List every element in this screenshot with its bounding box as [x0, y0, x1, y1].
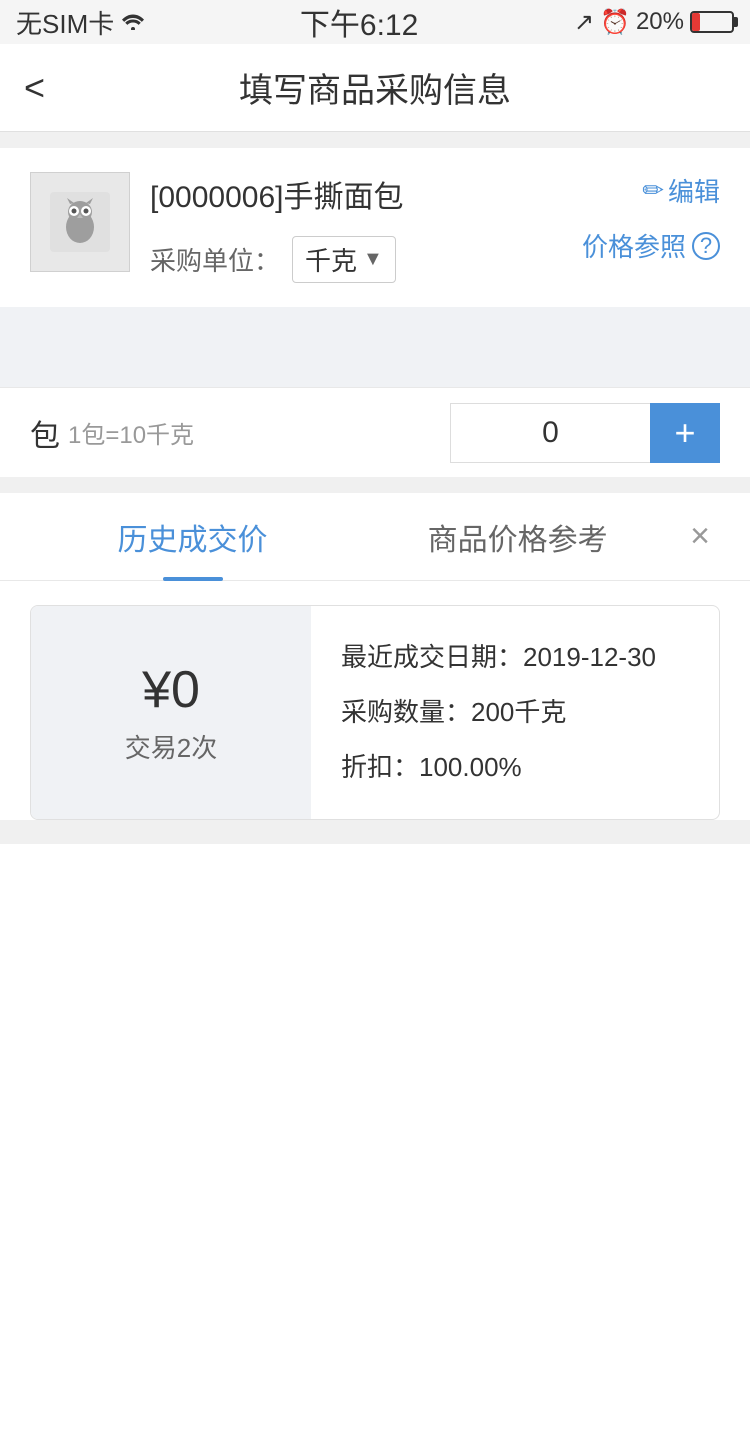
recent-date-row: 最近成交日期：2019-12-30	[341, 638, 689, 677]
quantity-controls: +	[450, 403, 720, 463]
purchase-qty-row: 采购数量：200千克	[341, 693, 689, 732]
quantity-section	[0, 307, 750, 387]
product-thumbnail	[50, 192, 110, 252]
edit-button[interactable]: ✏ 编辑	[642, 172, 720, 209]
transaction-details: 最近成交日期：2019-12-30 采购数量：200千克 折扣：100.00%	[311, 606, 719, 819]
battery-icon	[690, 11, 734, 33]
product-card: [0000006]手撕面包 采购单位： 千克 ▼ ✏ 编辑 价格参照 ?	[0, 148, 750, 307]
purchase-unit-label: 采购单位：	[150, 241, 280, 278]
unit-select[interactable]: 千克 ▼	[292, 236, 396, 283]
page-title: 填写商品采购信息	[239, 63, 511, 112]
status-bar: 无SIM卡 下午6:12 ↗ ⏰ 20%	[0, 0, 750, 44]
quantity-input[interactable]	[450, 403, 650, 463]
tab-close-button[interactable]: ×	[680, 507, 720, 566]
price-reference-button[interactable]: 价格参照 ?	[582, 227, 720, 264]
battery-text: 20%	[636, 8, 684, 36]
header: < 填写商品采购信息	[0, 44, 750, 132]
discount-row: 折扣：100.00%	[341, 748, 689, 787]
unit-label: 包 1包=10千克	[30, 411, 194, 455]
transaction-card: ¥0 交易2次 最近成交日期：2019-12-30 采购数量：200千克 折扣：…	[30, 605, 720, 820]
edit-icon: ✏	[642, 175, 664, 206]
dropdown-arrow-icon: ▼	[363, 248, 383, 271]
status-right: ↗ ⏰ 20%	[574, 8, 734, 37]
transaction-count: 交易2次	[125, 728, 217, 765]
bottom-area	[0, 844, 750, 1444]
quantity-plus-button[interactable]: +	[650, 403, 720, 463]
transaction-price: ¥0	[142, 660, 200, 720]
help-icon: ?	[692, 232, 720, 260]
transaction-price-area: ¥0 交易2次	[31, 606, 311, 819]
unit-char: 包	[30, 411, 60, 455]
alarm-icon: ⏰	[600, 8, 630, 37]
tabs-section: 历史成交价 商品价格参考 × ¥0 交易2次 最近成交日期：2019-12-30…	[0, 493, 750, 820]
location-icon: ↗	[574, 8, 594, 37]
status-time: 下午6:12	[300, 0, 418, 44]
wifi-icon	[122, 14, 144, 30]
tabs-header: 历史成交价 商品价格参考 ×	[0, 493, 750, 581]
product-image	[30, 172, 130, 272]
status-carrier: 无SIM卡	[16, 4, 144, 41]
unit-conversion: 1包=10千克	[68, 415, 194, 450]
back-button[interactable]: <	[24, 67, 45, 109]
product-name: [0000006]手撕面包	[150, 172, 403, 216]
tab-history-price[interactable]: 历史成交价	[30, 493, 355, 581]
tab-product-price-ref[interactable]: 商品价格参考	[355, 493, 680, 581]
unit-quantity-row: 包 1包=10千克 +	[0, 387, 750, 477]
